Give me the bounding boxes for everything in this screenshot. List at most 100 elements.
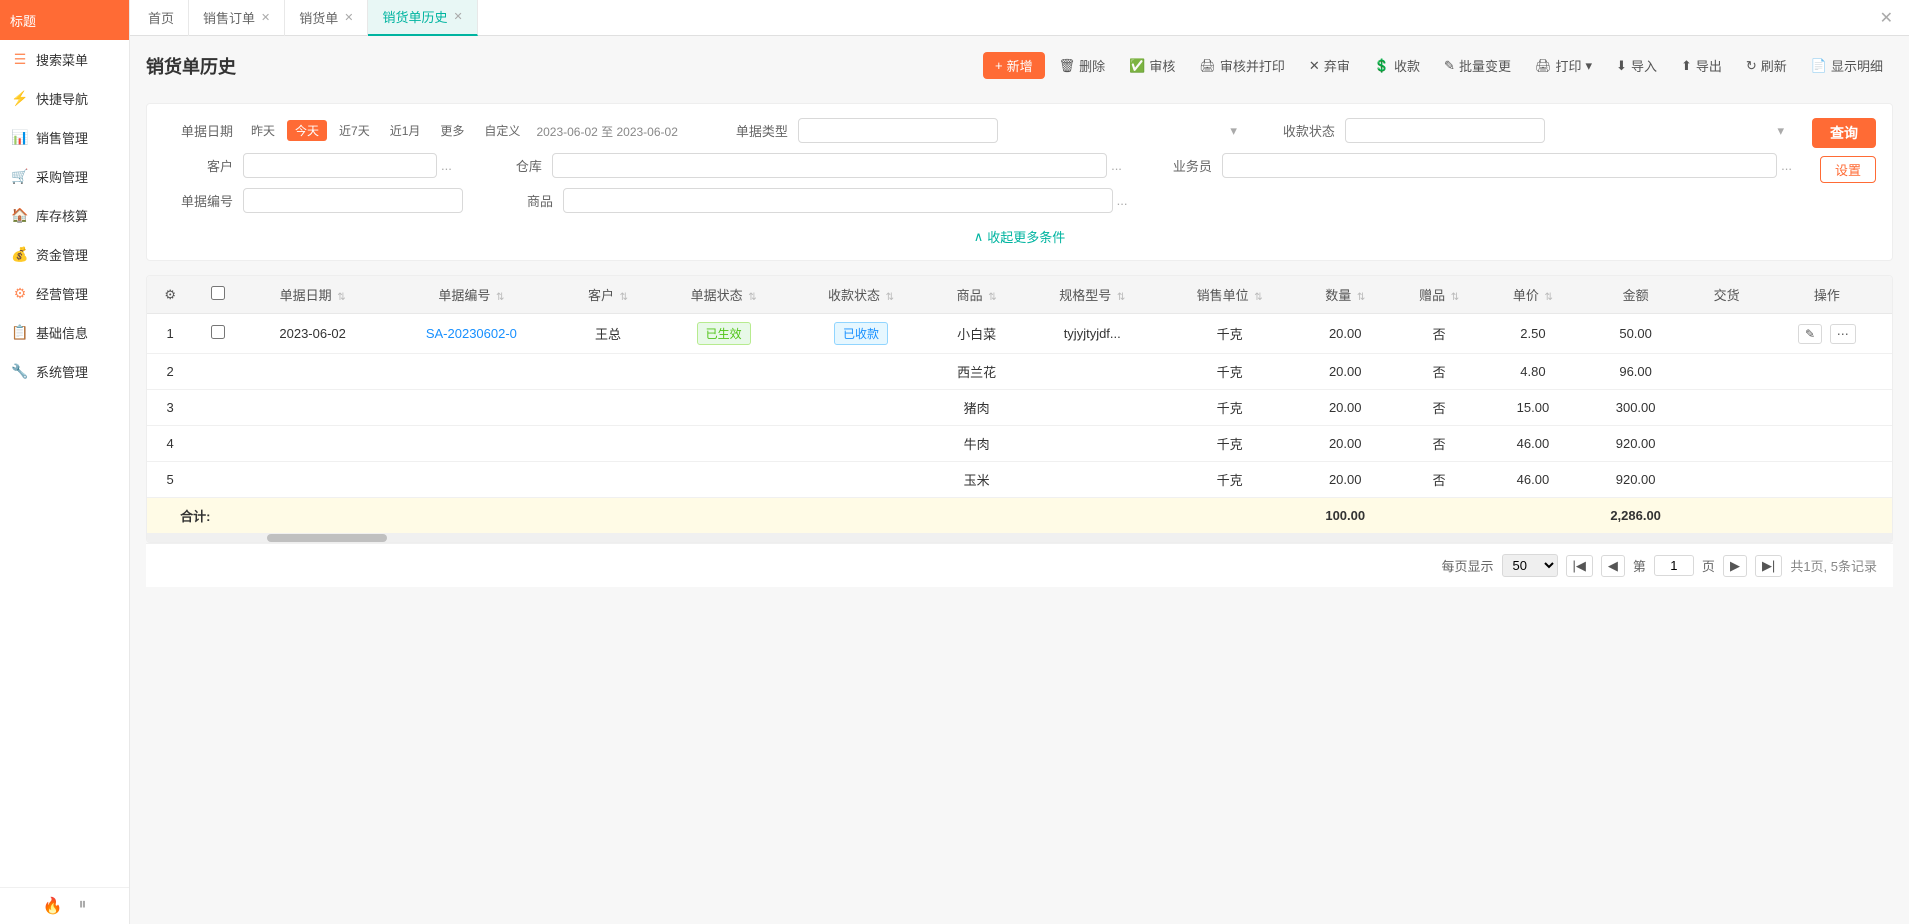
basic-info-icon: 📋: [12, 325, 28, 341]
warehouse-dots[interactable]: ...: [1111, 158, 1122, 173]
display-detail-button[interactable]: 📄 显示明细: [1801, 52, 1893, 79]
goods-input[interactable]: [563, 188, 1113, 213]
delete-button[interactable]: 🗑 删除: [1049, 52, 1116, 79]
tab-sales-history-close[interactable]: ✕: [454, 10, 463, 23]
sidebar-item-sales-mgmt-label: 销售管理: [36, 128, 88, 147]
per-page-select[interactable]: 50 100 200: [1502, 554, 1558, 577]
col-checkbox: [193, 276, 243, 314]
sidebar-item-operation-mgmt[interactable]: ⚙ 经营管理: [0, 274, 129, 313]
select-all-checkbox[interactable]: [211, 286, 225, 300]
cell-spec-type-5: [1024, 462, 1161, 498]
col-doc-date[interactable]: 单据日期 ⇅: [244, 276, 382, 314]
filter-row-docno: 单据编号 商品 ...: [163, 188, 1792, 213]
goods-dots[interactable]: ...: [1117, 193, 1128, 208]
main-area: 首页 销售订单 ✕ 销货单 ✕ 销货单历史 ✕ ✕ 销货单历史 + 新增: [130, 0, 1909, 924]
cell-quantity-2: 20.00: [1298, 354, 1392, 390]
cell-amount-5: 920.00: [1580, 462, 1692, 498]
tab-sales-doc-label: 销货单: [299, 8, 338, 27]
cell-goods-5: 玉米: [930, 462, 1024, 498]
abandon-icon: ✕: [1309, 58, 1320, 74]
collect-button[interactable]: 💲 收款: [1364, 52, 1430, 79]
col-spec-type[interactable]: 规格型号 ⇅: [1024, 276, 1161, 314]
next-page-btn[interactable]: ▶: [1723, 555, 1747, 577]
cell-action-1: ✎ ⋯: [1762, 314, 1892, 354]
cell-doc-status-3: [655, 390, 792, 426]
col-sales-unit[interactable]: 销售单位 ⇅: [1161, 276, 1298, 314]
date-pill-today[interactable]: 今天: [287, 120, 327, 141]
warehouse-input[interactable]: [552, 153, 1107, 178]
sidebar-item-quick-nav[interactable]: ⚡ 快捷导航: [0, 79, 129, 118]
audit-print-button[interactable]: 🖨 审核并打印: [1189, 52, 1295, 79]
query-button[interactable]: 查询: [1812, 118, 1876, 148]
sidebar-item-finance-mgmt[interactable]: 💰 资金管理: [0, 235, 129, 274]
sidebar-item-inventory[interactable]: 🏠 库存核算: [0, 196, 129, 235]
col-goods[interactable]: 商品 ⇅: [930, 276, 1024, 314]
col-quantity[interactable]: 数量 ⇅: [1298, 276, 1392, 314]
collect-status-select[interactable]: [1345, 118, 1545, 143]
tab-home[interactable]: 首页: [134, 0, 189, 36]
customer-input[interactable]: [243, 153, 437, 178]
row-1-edit-btn[interactable]: ✎: [1798, 324, 1822, 344]
docno-input[interactable]: [243, 188, 463, 213]
first-page-btn[interactable]: |◀: [1566, 555, 1593, 577]
new-icon: +: [995, 58, 1003, 73]
tab-sales-doc-close[interactable]: ✕: [344, 11, 353, 24]
col-settings[interactable]: ⚙: [147, 276, 193, 314]
cell-row-num-4: 4: [147, 426, 193, 462]
scrollbar-thumb[interactable]: [267, 534, 387, 542]
page-input[interactable]: [1654, 555, 1694, 576]
refresh-button[interactable]: ↻ 刷新: [1736, 52, 1797, 79]
cell-checkbox-4: [193, 426, 243, 462]
row-1-more-btn[interactable]: ⋯: [1830, 324, 1856, 344]
sidebar-item-purchase-mgmt[interactable]: 🛒 采购管理: [0, 157, 129, 196]
print-button[interactable]: 🖨 打印 ▾: [1525, 52, 1602, 79]
import-icon: ⬇: [1616, 58, 1627, 74]
sidebar-item-system-mgmt[interactable]: 🔧 系统管理: [0, 352, 129, 391]
sidebar-pause-icon[interactable]: ⏸: [78, 896, 86, 916]
date-pill-7days[interactable]: 近7天: [331, 120, 378, 141]
date-pill-custom[interactable]: 自定义: [476, 120, 528, 141]
col-unit-price[interactable]: 单价 ⇅: [1486, 276, 1580, 314]
tab-close-all[interactable]: ✕: [1868, 8, 1905, 28]
import-button[interactable]: ⬇ 导入: [1606, 52, 1667, 79]
agent-dots[interactable]: ...: [1781, 158, 1792, 173]
date-pill-yesterday[interactable]: 昨天: [243, 120, 283, 141]
date-pill-more[interactable]: 更多: [432, 120, 472, 141]
tab-sales-order[interactable]: 销售订单 ✕: [189, 0, 285, 36]
filter-row-customer: 客户 ... 仓库 ...: [163, 153, 1792, 178]
setting-button[interactable]: 设置: [1820, 156, 1876, 183]
sidebar: 标题 ☰ 搜索菜单 ⚡ 快捷导航 📊 销售管理 🛒 采购管理 🏠 库存核算 💰 …: [0, 0, 130, 924]
tab-sales-history[interactable]: 销货单历史 ✕: [368, 0, 477, 36]
tab-sales-doc[interactable]: 销货单 ✕: [285, 0, 368, 36]
cell-doc-status-4: [655, 426, 792, 462]
horizontal-scrollbar[interactable]: [147, 534, 1892, 542]
last-page-btn[interactable]: ▶|: [1755, 555, 1782, 577]
prev-page-btn[interactable]: ◀: [1601, 555, 1625, 577]
col-collect-status[interactable]: 收款状态 ⇅: [792, 276, 929, 314]
col-customer[interactable]: 客户 ⇅: [561, 276, 655, 314]
agent-input[interactable]: [1222, 153, 1777, 178]
sidebar-item-basic-info[interactable]: 📋 基础信息: [0, 313, 129, 352]
col-doc-no[interactable]: 单据编号 ⇅: [382, 276, 561, 314]
sidebar-item-sales-mgmt[interactable]: 📊 销售管理: [0, 118, 129, 157]
cell-unit-price-1: 2.50: [1486, 314, 1580, 354]
search-menu-icon: ☰: [12, 52, 28, 68]
cell-doc-no-1[interactable]: SA-20230602-0: [382, 314, 561, 354]
sidebar-fire-icon[interactable]: 🔥: [43, 896, 63, 916]
doc-type-select[interactable]: [798, 118, 998, 143]
batch-change-button[interactable]: ✎ 批量变更: [1434, 52, 1521, 79]
export-button[interactable]: ⬆ 导出: [1671, 52, 1732, 79]
abandon-button[interactable]: ✕ 弃审: [1299, 52, 1360, 79]
col-doc-status[interactable]: 单据状态 ⇅: [655, 276, 792, 314]
audit-button[interactable]: ✅ 审核: [1119, 52, 1185, 79]
row-1-checkbox[interactable]: [211, 325, 225, 339]
date-pill-1month[interactable]: 近1月: [382, 120, 429, 141]
customer-dots[interactable]: ...: [441, 158, 452, 173]
sort-quantity-icon: ⇅: [1357, 292, 1365, 303]
sidebar-item-search-menu[interactable]: ☰ 搜索菜单: [0, 40, 129, 79]
collapse-button[interactable]: ∧ 收起更多条件: [163, 227, 1876, 246]
table-row: 4 牛肉 千克 20.00 否 46.00 920.00: [147, 426, 1892, 462]
tab-sales-order-close[interactable]: ✕: [261, 11, 270, 24]
col-gift[interactable]: 赠品 ⇅: [1392, 276, 1486, 314]
new-button[interactable]: + 新增: [983, 52, 1045, 79]
